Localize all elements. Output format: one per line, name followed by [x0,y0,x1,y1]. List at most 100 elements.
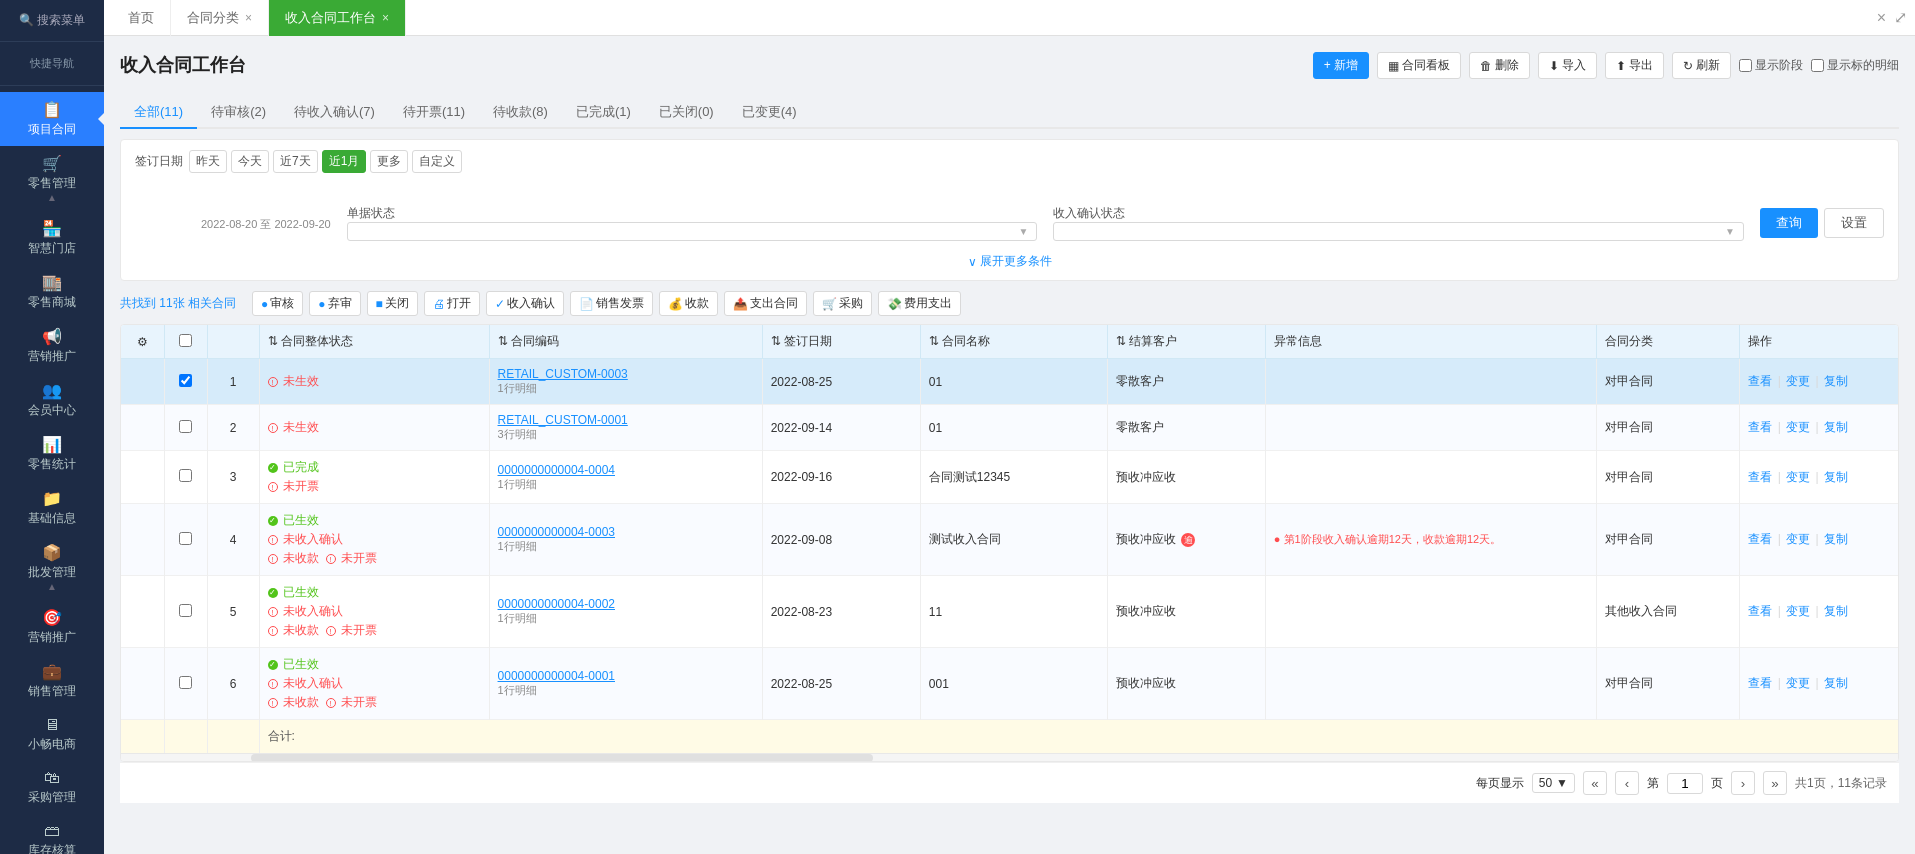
review-btn[interactable]: ● 审核 [252,291,303,316]
copy-btn-6[interactable]: 复制 [1824,676,1848,690]
set-button[interactable]: 设置 [1824,208,1884,238]
sidebar-item-smart-shop[interactable]: 🏪 智慧门店 [0,211,104,265]
prev-page-btn[interactable]: ‹ [1615,771,1639,795]
row-checkbox-1[interactable] [179,374,192,387]
show-marked-checkbox[interactable]: 显示标的明细 [1811,57,1899,74]
sidebar-item-marketing[interactable]: 📢 营销推广 [0,319,104,373]
contract-code-link-6[interactable]: 0000000000004-0001 [498,669,754,683]
edit-btn-3[interactable]: 变更 [1786,470,1810,484]
th-gear[interactable]: ⚙ [121,325,164,359]
date-btn-more[interactable]: 更多 [370,150,408,173]
td-checkbox-3[interactable] [164,451,207,504]
quick-nav-label[interactable]: 快捷导航 [0,50,104,77]
th-customer[interactable]: ⇅ 结算客户 [1107,325,1265,359]
filter-tab-closed[interactable]: 已关闭(0) [645,97,728,129]
table-gear-icon[interactable]: ⚙ [137,335,148,349]
copy-btn-4[interactable]: 复制 [1824,532,1848,546]
scroll-bar[interactable] [121,753,1898,761]
date-btn-7days[interactable]: 近7天 [273,150,318,173]
td-checkbox-2[interactable] [164,405,207,451]
view-btn-2[interactable]: 查看 [1748,420,1772,434]
sidebar-item-member[interactable]: 👥 会员中心 [0,373,104,427]
contract-code-link-1[interactable]: RETAIL_CUSTOM-0003 [498,367,754,381]
row-checkbox-5[interactable] [179,604,192,617]
purchase-btn[interactable]: 🛒 采购 [813,291,872,316]
copy-btn-2[interactable]: 复制 [1824,420,1848,434]
sidebar-item-wholesale[interactable]: 📦 批发管理 ▲ [0,535,104,600]
filter-tab-changed[interactable]: 已变更(4) [728,97,811,129]
th-checkbox[interactable] [164,325,207,359]
close-btn[interactable]: ■ 关闭 [367,291,418,316]
td-checkbox-5[interactable] [164,576,207,648]
contract-code-link-2[interactable]: RETAIL_CUSTOM-0001 [498,413,754,427]
window-close-btn[interactable]: × [1877,9,1886,27]
row-checkbox-2[interactable] [179,420,192,433]
th-name[interactable]: ⇅ 合同名称 [920,325,1107,359]
output-contract-btn[interactable]: 📤 支出合同 [724,291,807,316]
sidebar-item-inventory[interactable]: 🗃 库存核算 [0,814,104,854]
row-checkbox-3[interactable] [179,469,192,482]
th-code[interactable]: ⇅ 合同编码 [489,325,762,359]
sidebar-item-retail[interactable]: 🛒 零售管理 ▲ [0,146,104,211]
sidebar-item-retail-stat[interactable]: 📊 零售统计 [0,427,104,481]
sidebar-item-mkt-promo[interactable]: 🎯 营销推广 [0,600,104,654]
page-size-select[interactable]: 50 ▼ [1532,773,1575,793]
show-stages-input[interactable] [1739,59,1752,72]
print-btn[interactable]: 🖨 打开 [424,291,480,316]
contract-code-link-4[interactable]: 0000000000004-0003 [498,525,754,539]
filter-tab-all[interactable]: 全部(11) [120,97,197,129]
contract-code-link-5[interactable]: 0000000000004-0002 [498,597,754,611]
sidebar-item-purchase[interactable]: 🛍 采购管理 [0,761,104,814]
export-button[interactable]: ⬆ 导出 [1605,52,1664,79]
next-page-btn[interactable]: › [1731,771,1755,795]
td-checkbox-4[interactable] [164,504,207,576]
delete-button[interactable]: 🗑 删除 [1469,52,1530,79]
tab-contract-cat-close[interactable]: × [245,11,252,25]
sidebar-item-basic-info[interactable]: 📁 基础信息 [0,481,104,535]
edit-btn-4[interactable]: 变更 [1786,532,1810,546]
income-confirm-select[interactable]: ▼ [1053,222,1744,241]
edit-btn-6[interactable]: 变更 [1786,676,1810,690]
show-marked-input[interactable] [1811,59,1824,72]
filter-tab-pending-invoice[interactable]: 待开票(11) [389,97,479,129]
date-btn-today[interactable]: 今天 [231,150,269,173]
sales-invoice-btn[interactable]: 📄 销售发票 [570,291,653,316]
tab-contract-cat[interactable]: 合同分类 × [171,0,269,36]
copy-btn-3[interactable]: 复制 [1824,470,1848,484]
date-btn-1month[interactable]: 近1月 [322,150,367,173]
filter-tab-completed[interactable]: 已完成(1) [562,97,645,129]
view-btn-5[interactable]: 查看 [1748,604,1772,618]
first-page-btn[interactable]: « [1583,771,1607,795]
copy-btn-5[interactable]: 复制 [1824,604,1848,618]
tab-income-workbench-close[interactable]: × [382,11,389,25]
income-confirm-btn[interactable]: ✓ 收入确认 [486,291,564,316]
sidebar-item-project[interactable]: 📋 项目合同 [0,92,104,146]
tab-home[interactable]: 首页 [112,0,171,36]
tab-income-workbench[interactable]: 收入合同工作台 × [269,0,406,36]
abandon-btn[interactable]: ● 弃审 [309,291,360,316]
select-all-checkbox[interactable] [179,334,192,347]
edit-btn-5[interactable]: 变更 [1786,604,1810,618]
new-button[interactable]: + 新增 [1313,52,1369,79]
th-status[interactable]: ⇅ 合同整体状态 [259,325,489,359]
date-btn-yesterday[interactable]: 昨天 [189,150,227,173]
expense-btn[interactable]: 💸 费用支出 [878,291,961,316]
page-number-input[interactable] [1667,773,1703,794]
view-btn-6[interactable]: 查看 [1748,676,1772,690]
last-page-btn[interactable]: » [1763,771,1787,795]
view-btn-4[interactable]: 查看 [1748,532,1772,546]
th-date[interactable]: ⇅ 签订日期 [762,325,920,359]
date-btn-custom[interactable]: 自定义 [412,150,462,173]
receipt-btn[interactable]: 💰 收款 [659,291,718,316]
scroll-thumb[interactable] [251,754,873,762]
edit-btn-1[interactable]: 变更 [1786,374,1810,388]
filter-tab-pending-receipt[interactable]: 待收款(8) [479,97,562,129]
show-stages-checkbox[interactable]: 显示阶段 [1739,57,1803,74]
td-checkbox-1[interactable] [164,359,207,405]
sidebar-item-sales-mgmt[interactable]: 💼 销售管理 [0,654,104,708]
view-btn-3[interactable]: 查看 [1748,470,1772,484]
filter-tab-pending-review[interactable]: 待审核(2) [197,97,280,129]
view-btn-1[interactable]: 查看 [1748,374,1772,388]
refresh-button[interactable]: ↻ 刷新 [1672,52,1731,79]
td-checkbox-6[interactable] [164,648,207,720]
